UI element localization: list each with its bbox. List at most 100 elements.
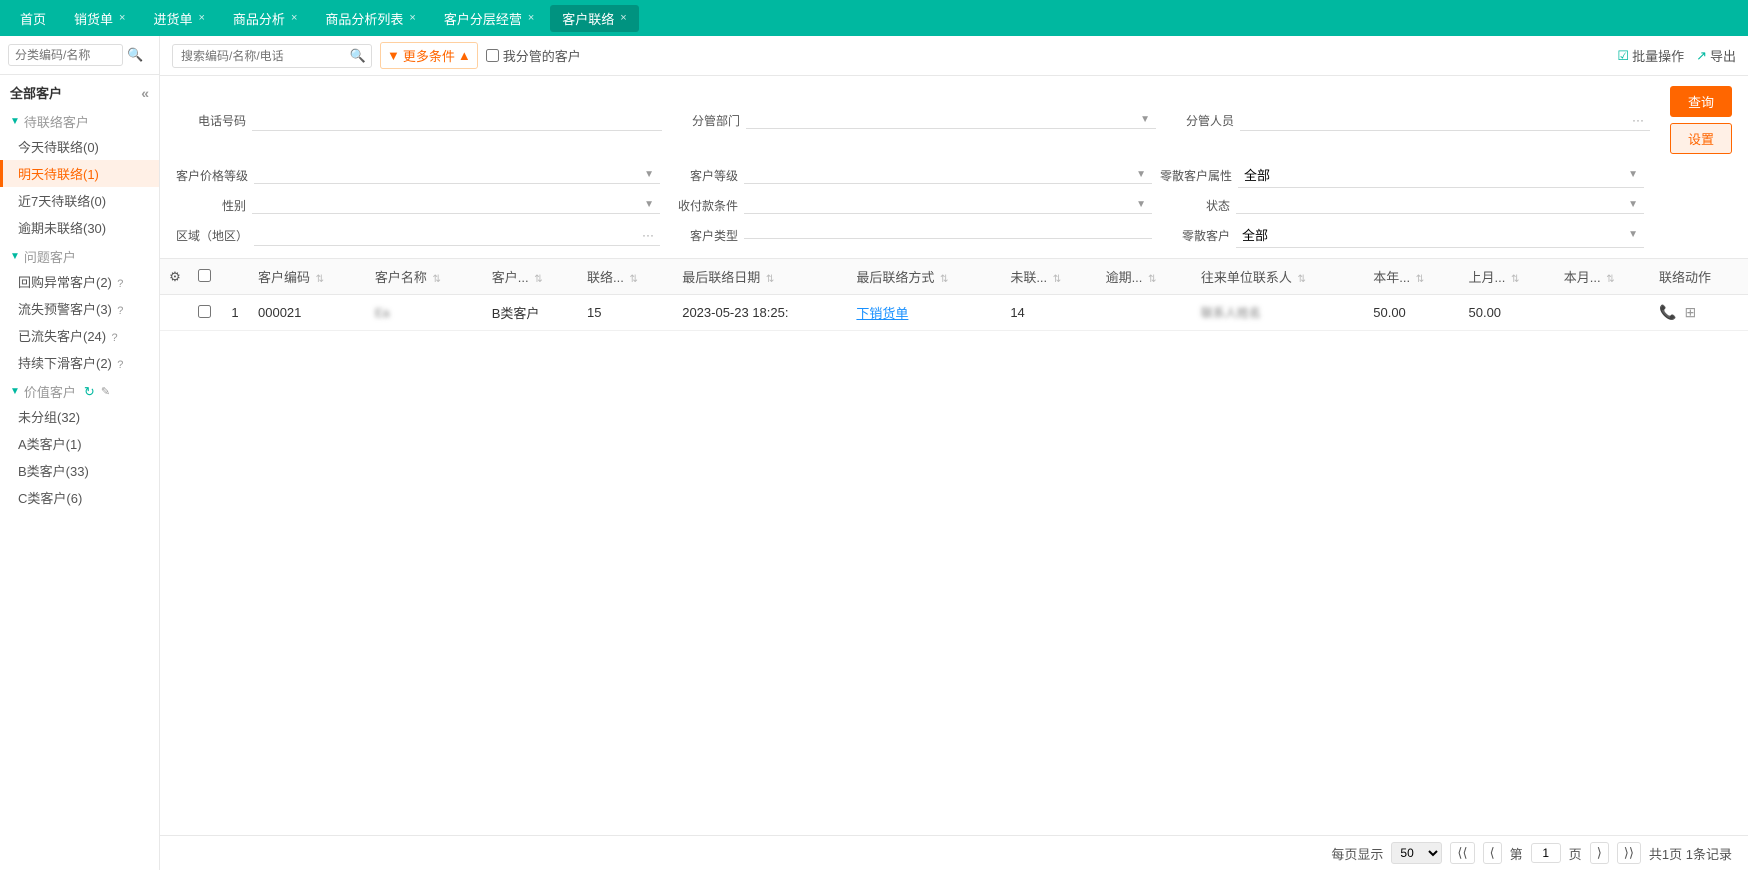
sidebar-item-overdue[interactable]: 逾期未联络(30) [0,214,159,241]
status-select[interactable]: ▼ [1236,196,1644,214]
col-contact-count[interactable]: 联络... ⇅ [579,259,674,295]
row-last-contact-way[interactable]: 下销货单 [848,295,1002,331]
dots-icon[interactable]: ··· [642,228,654,242]
col-type[interactable]: 客户... ⇅ [484,259,579,295]
sort-icon: ⇅ [316,274,324,285]
next-page-button[interactable]: ⟩ [1590,842,1609,864]
last-page-button[interactable]: ⟩⟩ [1617,842,1641,864]
sidebar-item-class-c[interactable]: C类客户(6) [0,484,159,511]
col-last-contact-way[interactable]: 最后联络方式 ⇅ [848,259,1002,295]
row-checkbox[interactable] [190,295,220,331]
nav-customer-contact[interactable]: 客户联络 × [550,5,638,32]
col-checkbox[interactable] [190,259,220,295]
query-button[interactable]: 查询 [1670,86,1732,117]
sidebar-item-repurchase-abnormal[interactable]: 回购异常客户(2) ? [0,268,159,295]
my-customers-checkbox[interactable]: 我分管的客户 [486,46,581,65]
col-overdue[interactable]: 逾期... ⇅ [1098,259,1193,295]
content-area: 🔍 ▼ 更多条件 ▲ 我分管的客户 ☑ 批量操作 ↗ 导出 [160,36,1748,870]
sidebar-item-churned[interactable]: 已流失客户(24) ? [0,322,159,349]
row-action: 📞 ⊞ [1651,295,1748,331]
nav-product-analysis[interactable]: 商品分析 × [221,5,309,32]
bulk-action-button[interactable]: ☑ 批量操作 [1617,46,1684,65]
retail-customer-select[interactable]: 全部 ▼ [1236,222,1644,248]
person-label: 分管人员 [1164,112,1234,129]
nav-close-icon[interactable]: × [198,12,204,24]
table-header-row: ⚙ 客户编码 ⇅ 客户名称 ⇅ [160,259,1748,295]
setting-button[interactable]: 设置 [1670,123,1732,154]
sort-icon: ⇅ [766,274,774,285]
payment-select[interactable]: ▼ [744,196,1152,214]
contact-action-icon[interactable]: 📞 [1659,304,1676,321]
chevron-down-icon: ▼ [1628,169,1638,180]
person-select[interactable]: ··· [1240,110,1650,131]
gender-select[interactable]: ▼ [252,196,660,214]
sidebar-item-class-b[interactable]: B类客户(33) [0,457,159,484]
dept-select[interactable]: ▼ [746,111,1156,129]
sidebar-item-class-a[interactable]: A类客户(1) [0,430,159,457]
col-this-month[interactable]: 本月... ⇅ [1556,259,1651,295]
nav-close-icon[interactable]: × [291,12,297,24]
sidebar-item-churn-warning[interactable]: 流失预警客户(3) ? [0,295,159,322]
col-unit-contact[interactable]: 往来单位联系人 ⇅ [1193,259,1365,295]
settings-icon[interactable]: ⚙ [169,269,181,284]
col-name[interactable]: 客户名称 ⇅ [367,259,484,295]
sidebar-item-tomorrow[interactable]: 明天待联络(1) [0,160,159,187]
sort-icon: ⇅ [534,274,542,285]
sidebar-item-today[interactable]: 今天待联络(0) [0,133,159,160]
dept-label: 分管部门 [670,112,740,129]
page-input[interactable] [1531,843,1561,863]
col-settings[interactable]: ⚙ [160,259,190,295]
triangle-icon: ▼ [10,116,20,127]
page-size-label: 每页显示 [1331,844,1383,863]
nav-close-icon[interactable]: × [528,12,534,24]
status-field: 状态 ▼ [1160,196,1644,214]
sort-icon: ⇅ [1297,274,1305,285]
price-level-select[interactable]: ▼ [254,166,660,184]
nav-customer-stratification[interactable]: 客户分层经营 × [432,5,546,32]
sidebar-item-ungrouped[interactable]: 未分组(32) [0,403,159,430]
nav-close-icon[interactable]: × [119,12,125,24]
dots-icon[interactable]: ··· [1632,113,1644,127]
select-all-checkbox[interactable] [198,269,211,282]
nav-purchase-order[interactable]: 进货单 × [141,5,216,32]
more-filter-button[interactable]: ▼ 更多条件 ▲ [380,42,478,69]
export-button[interactable]: ↗ 导出 [1696,46,1736,65]
col-no-contact[interactable]: 未联... ⇅ [1002,259,1097,295]
more-action-icon[interactable]: ⊞ [1684,304,1696,321]
sidebar-all-customers[interactable]: 全部客户 « [0,75,159,106]
col-code[interactable]: 客户编码 ⇅ [250,259,367,295]
sidebar-item-declining[interactable]: 持续下滑客户(2) ? [0,349,159,376]
nav-close-icon[interactable]: × [620,12,626,24]
my-customers-input[interactable] [486,49,499,62]
chevron-down-icon: ▼ [1628,199,1638,210]
col-this-year[interactable]: 本年... ⇅ [1365,259,1460,295]
table-row: 1 000021 Ea B类客户 15 2023-05-23 18:25: 下销… [160,295,1748,331]
nav-sales-order[interactable]: 销货单 × [62,5,137,32]
retail-attr-select[interactable]: 全部 ▼ [1238,162,1644,188]
nav-close-icon[interactable]: × [409,12,415,24]
nav-home[interactable]: 首页 [8,5,58,32]
chevron-down-icon: ▼ [644,169,654,180]
row-checkbox-input[interactable] [198,305,211,318]
col-last-month[interactable]: 上月... ⇅ [1461,259,1556,295]
phone-input[interactable] [252,110,662,131]
customer-level-select[interactable]: ▼ [744,166,1152,184]
nav-product-analysis-list[interactable]: 商品分析列表 × [313,5,427,32]
refresh-icon[interactable]: ↻ [84,384,95,400]
sidebar-search-area: 🔍 [0,36,159,75]
col-last-contact-date[interactable]: 最后联络日期 ⇅ [674,259,848,295]
sidebar-search-input[interactable] [8,44,123,66]
page-size-select[interactable]: 50 100 200 [1391,842,1442,864]
sidebar-search-icon[interactable]: 🔍 [127,47,143,63]
first-page-button[interactable]: ⟨⟨ [1450,842,1474,864]
collapse-icon[interactable]: « [141,85,149,101]
sidebar-group-pending: ▼ 待联络客户 [0,106,159,133]
region-select[interactable]: ··· [254,225,660,246]
prev-page-button[interactable]: ⟨ [1483,842,1502,864]
main-search-icon[interactable]: 🔍 [350,48,366,64]
sidebar-item-7days[interactable]: 近7天待联络(0) [0,187,159,214]
main-search-input[interactable] [172,44,372,68]
chevron-down-icon: ▼ [1136,199,1146,210]
customer-type-select[interactable] [744,232,1152,239]
edit-icon[interactable]: ✎ [101,385,110,398]
